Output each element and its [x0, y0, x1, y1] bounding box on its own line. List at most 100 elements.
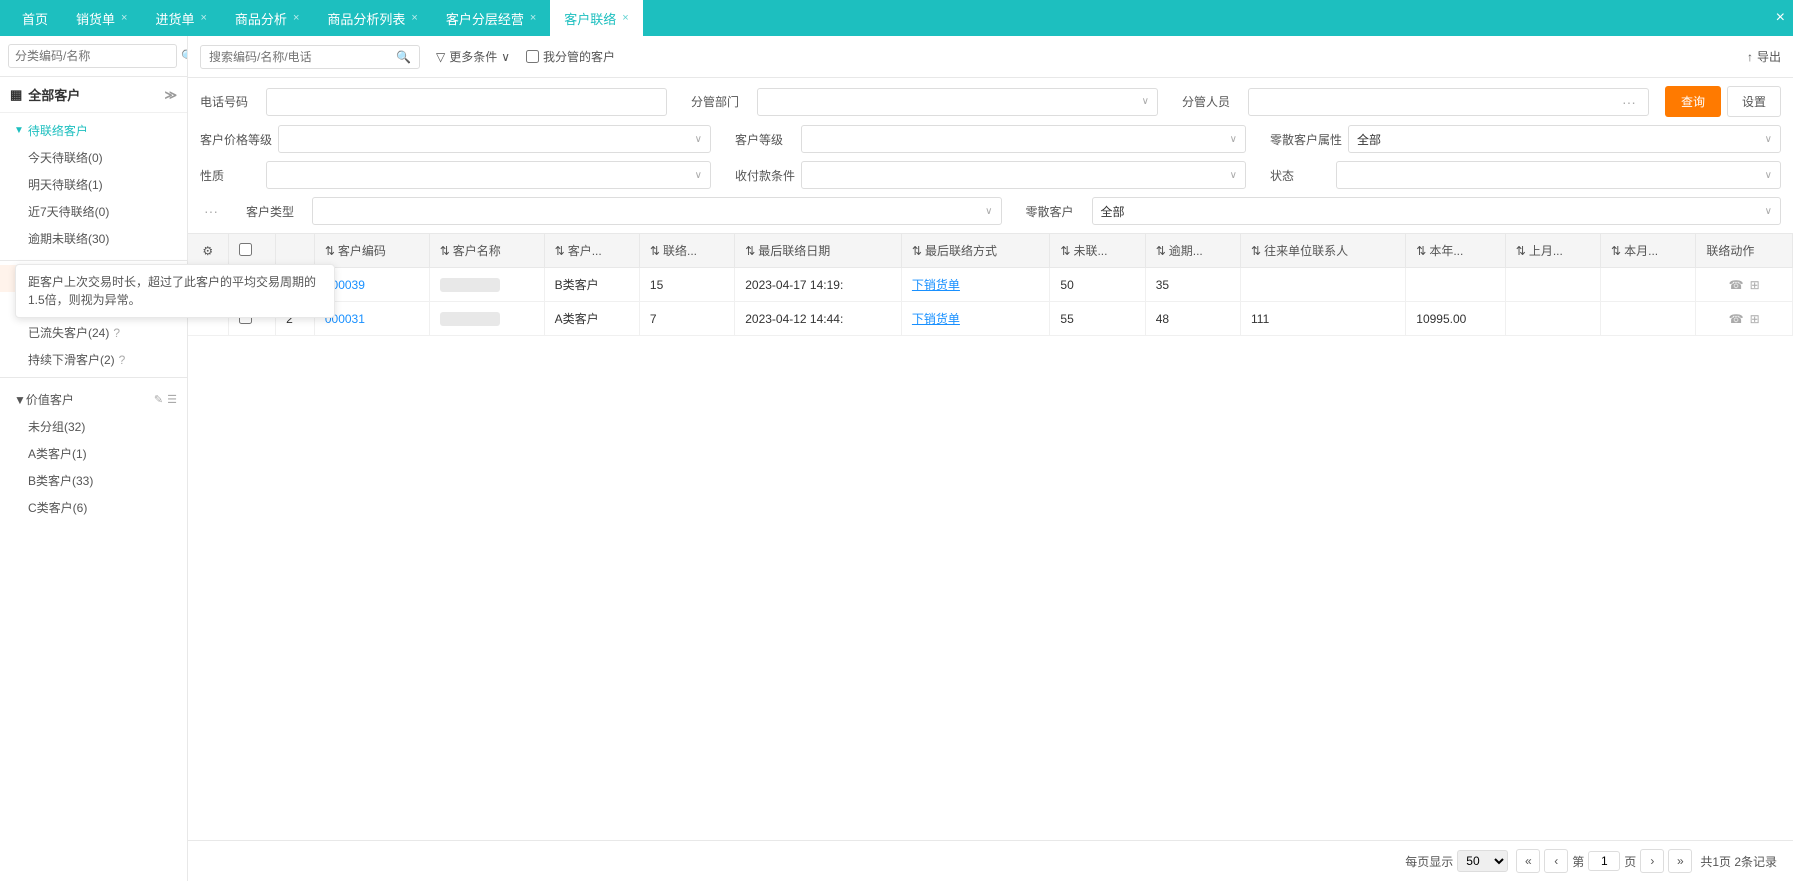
page-number-input[interactable] [1588, 851, 1620, 871]
actions-column-header: 联络动作 [1696, 234, 1793, 268]
select-all-checkbox[interactable] [239, 243, 252, 256]
tooltip-box: 距客户上次交易时长，超过了此客户的平均交易周期的1.5倍，则视为异常。 [15, 264, 188, 318]
next-page-button[interactable]: › [1640, 849, 1664, 873]
price-level-input[interactable]: ∨ [278, 125, 711, 153]
nav-item-home[interactable]: 首页 [8, 0, 62, 36]
total-records-label: 共1页 2条记录 [1700, 853, 1777, 870]
this-month-cell-2 [1601, 302, 1696, 336]
sidebar-item-a-class[interactable]: A类客户(1) [0, 440, 187, 467]
collapse-sidebar-icon[interactable]: ≫ [164, 88, 177, 102]
sidebar-item-declining[interactable]: 持续下滑客户(2) ? [0, 346, 187, 373]
uncontacted-cell-1: 50 [1050, 268, 1145, 302]
search-input[interactable] [209, 50, 396, 64]
phone-input[interactable] [266, 88, 667, 116]
close-purchase-icon[interactable]: × [200, 12, 206, 24]
overdue-column-header[interactable]: ⇅逾期... [1145, 234, 1240, 268]
last-month-column-header[interactable]: ⇅上月... [1505, 234, 1600, 268]
pending-contact-group: ▼ 待联络客户 今天待联络(0) 明天待联络(1) 近7天待联络(0) 逾期未联… [0, 113, 187, 256]
table-row: 2 000031 A类客户 7 2023-04-12 14:44: 下销货单 5… [188, 302, 1793, 336]
more-conditions-button[interactable]: ▽ 更多条件 ∨ [428, 44, 518, 69]
contact-method-link-2[interactable]: 下销货单 [912, 312, 960, 326]
phone-field: 电话号码 [200, 88, 667, 116]
export-button[interactable]: ↑ 导出 [1747, 48, 1781, 65]
type-column-header[interactable]: ⇅客户... [544, 234, 639, 268]
customer-type-input[interactable]: ∨ [312, 197, 1002, 225]
close-product-list-icon[interactable]: × [411, 12, 417, 24]
customer-level-input[interactable]: ∨ [801, 125, 1246, 153]
customer-level-label: 客户等级 [735, 131, 795, 148]
type-cell-2: A类客户 [544, 302, 639, 336]
last-contact-date-column-header[interactable]: ⇅最后联络日期 [735, 234, 902, 268]
help-icon-4[interactable]: ? [119, 353, 126, 367]
payment-input[interactable]: ∨ [801, 161, 1246, 189]
name-column-header[interactable]: ⇅客户名称 [429, 234, 544, 268]
close-customer-contact-icon[interactable]: × [622, 12, 628, 24]
contacts-column-header[interactable]: ⇅往来单位联系人 [1241, 234, 1406, 268]
person-input[interactable]: ··· [1248, 88, 1649, 116]
sidebar-item-c-class[interactable]: C类客户(6) [0, 494, 187, 521]
add-icon[interactable]: ☰ [167, 393, 177, 406]
dept-input[interactable]: ∨ [757, 88, 1158, 116]
current-year-column-header[interactable]: ⇅本年... [1406, 234, 1505, 268]
code-column-header[interactable]: ⇅客户编码 [314, 234, 429, 268]
sidebar-item-overdue[interactable]: 逾期未联络(30) [0, 225, 187, 252]
masked-name-1 [440, 278, 500, 292]
last-contact-date-cell-1: 2023-04-17 14:19: [735, 268, 902, 302]
per-page-select[interactable]: 20 50 100 200 [1457, 850, 1508, 872]
masked-name-2 [440, 312, 500, 326]
status-input[interactable]: ∨ [1336, 161, 1781, 189]
help-icon-3[interactable]: ? [113, 326, 120, 340]
person-more-icon[interactable]: ··· [1618, 94, 1640, 110]
sidebar-item-7days[interactable]: 近7天待联络(0) [0, 198, 187, 225]
sidebar-item-tomorrow[interactable]: 明天待联络(1) [0, 171, 187, 198]
gear-icon[interactable]: ⚙ [202, 244, 213, 258]
sidebar-item-already-lost[interactable]: 已流失客户(24) ? [0, 319, 187, 346]
gender-input[interactable]: ∨ [266, 161, 711, 189]
contact-count-column-header[interactable]: ⇅联络... [639, 234, 734, 268]
more-action-icon-2[interactable]: ⊞ [1750, 312, 1760, 326]
name-cell-1 [429, 268, 544, 302]
close-sales-icon[interactable]: × [121, 12, 127, 24]
sidebar-search-area: 🔍 [0, 36, 187, 77]
phone-action-icon-1[interactable]: ☎ [1729, 278, 1744, 292]
uncontacted-sort-icon: ⇅ [1060, 244, 1070, 258]
prev-page-button[interactable]: ‹ [1544, 849, 1568, 873]
sidebar-item-b-class[interactable]: B类客户(33) [0, 467, 187, 494]
last-contact-method-column-header[interactable]: ⇅最后联络方式 [901, 234, 1049, 268]
sidebar-search-input[interactable] [8, 44, 177, 68]
pending-group-title[interactable]: ▼ 待联络客户 [0, 117, 187, 144]
value-group-title[interactable]: ▼ 价值客户 ✎ ☰ [0, 386, 187, 413]
contact-method-link-1[interactable]: 下销货单 [912, 278, 960, 292]
this-month-column-header[interactable]: ⇅本月... [1601, 234, 1696, 268]
phone-action-icon-2[interactable]: ☎ [1729, 312, 1744, 326]
sidebar-item-ungrouped[interactable]: 未分组(32) [0, 413, 187, 440]
nav-item-customer-contact[interactable]: 客户联络 × [550, 0, 642, 36]
sidebar-search-icon[interactable]: 🔍 [181, 49, 188, 63]
table-header: ⚙ ⇅客户编码 ⇅客户名称 ⇅客户... [188, 234, 1793, 268]
nav-item-customer-tier[interactable]: 客户分层经营 × [432, 0, 550, 36]
type-cell-1: B类客户 [544, 268, 639, 302]
settings-button[interactable]: 设置 [1727, 86, 1781, 117]
search-icon[interactable]: 🔍 [396, 50, 411, 64]
retail-customer-input[interactable]: 全部 ∨ [1092, 197, 1782, 225]
my-customers-checkbox-label: 我分管的客户 [526, 48, 615, 65]
my-customers-checkbox[interactable] [526, 50, 539, 63]
close-product-analysis-icon[interactable]: × [293, 12, 299, 24]
retail-attr-input[interactable]: 全部 ∨ [1348, 125, 1781, 153]
close-all-tabs-button[interactable]: × [1776, 9, 1785, 27]
price-level-dropdown-icon: ∨ [695, 134, 702, 145]
last-page-button[interactable]: » [1668, 849, 1692, 873]
edit-icon[interactable]: ✎ [154, 393, 163, 406]
uncontacted-column-header[interactable]: ⇅未联... [1050, 234, 1145, 268]
nav-item-product-analysis[interactable]: 商品分析 × [221, 0, 313, 36]
nav-item-product-list[interactable]: 商品分析列表 × [313, 0, 431, 36]
more-action-icon-1[interactable]: ⊞ [1750, 278, 1760, 292]
row4-more-dots[interactable]: ··· [200, 203, 222, 219]
nav-item-sales[interactable]: 销货单 × [62, 0, 141, 36]
close-customer-tier-icon[interactable]: × [530, 12, 536, 24]
sidebar-item-today[interactable]: 今天待联络(0) [0, 144, 187, 171]
per-page-selector: 每页显示 20 50 100 200 [1405, 850, 1508, 872]
query-button[interactable]: 查询 [1665, 86, 1721, 117]
nav-item-purchase[interactable]: 进货单 × [141, 0, 220, 36]
first-page-button[interactable]: « [1516, 849, 1540, 873]
